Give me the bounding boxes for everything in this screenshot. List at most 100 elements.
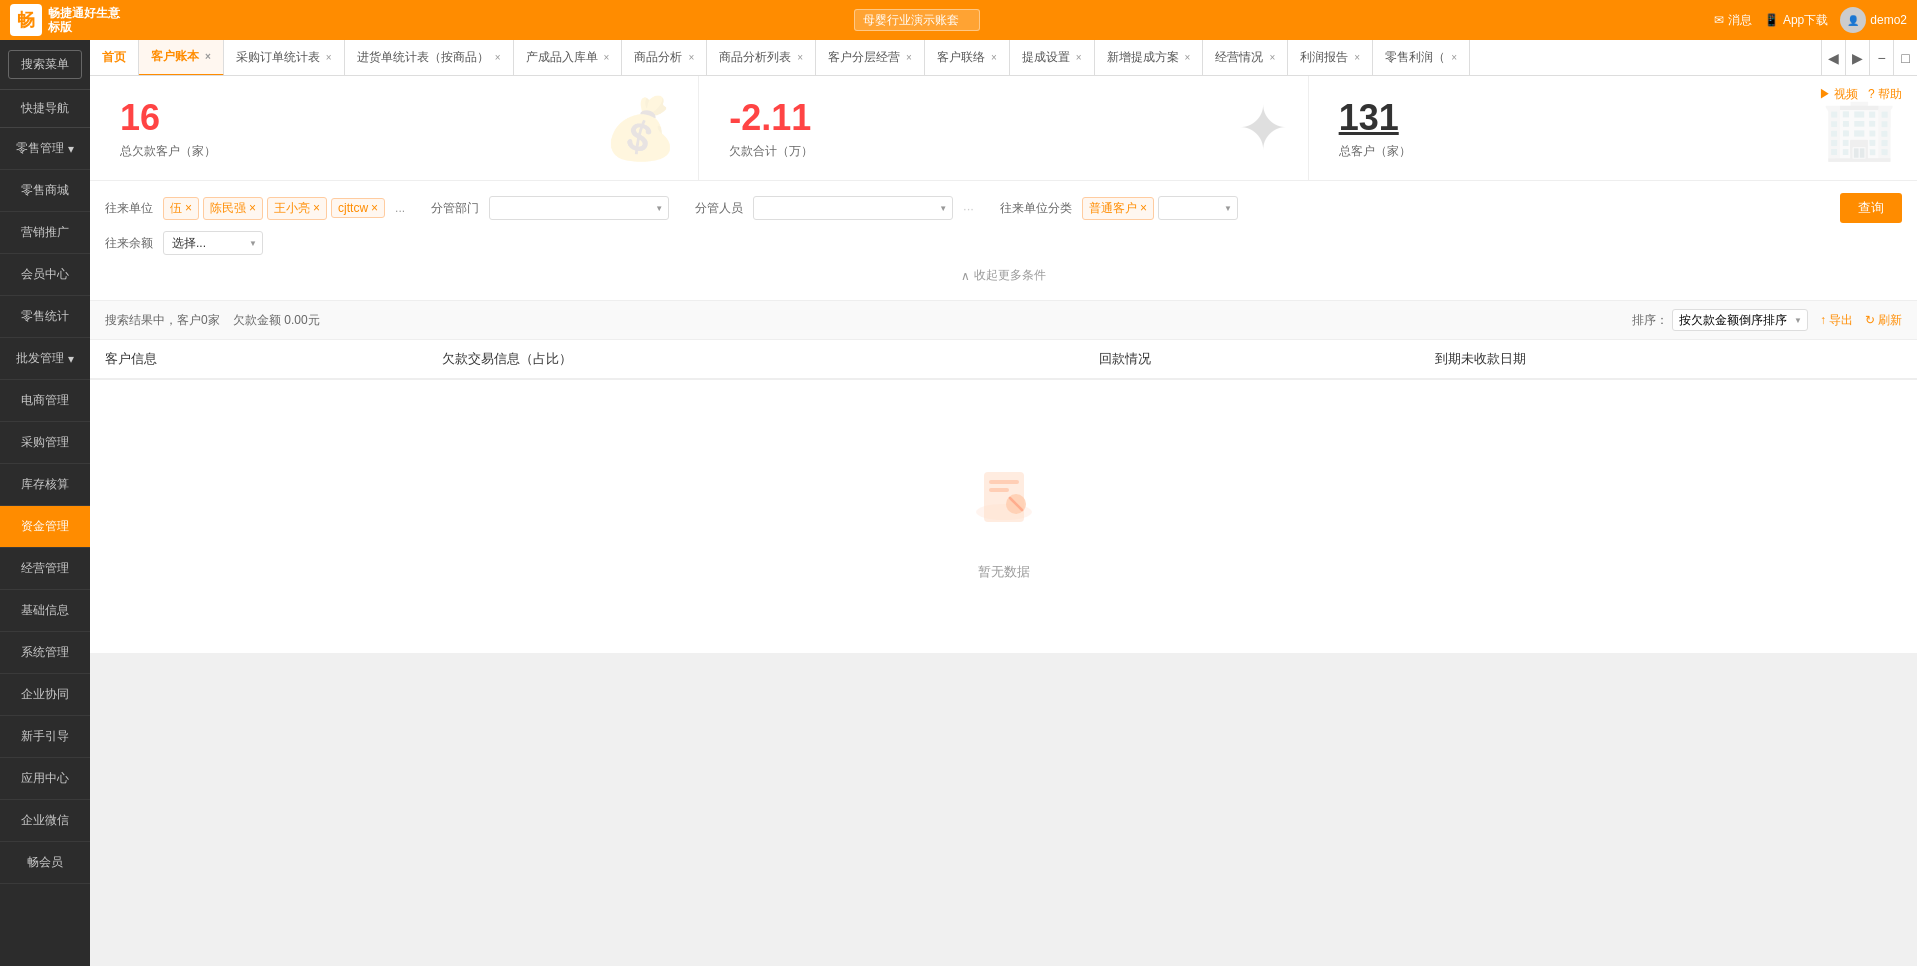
unit-tag-close-2[interactable]: × [313,201,320,215]
sidebar-item-system[interactable]: 系统管理 [0,632,90,674]
refresh-btn[interactable]: ↻ 刷新 [1865,312,1902,329]
tab-raise_settings[interactable]: 提成设置× [1010,40,1095,76]
tab-product_inbound[interactable]: 产成品入库单× [514,40,623,76]
sidebar-item-marketing[interactable]: 营销推广 [0,212,90,254]
unit-tag-close-0[interactable]: × [185,201,192,215]
tab-minimize-btn[interactable]: − [1869,40,1893,76]
tab-close-inbound_stats[interactable]: × [495,52,501,63]
tab-close-accounts[interactable]: × [205,51,211,62]
balance-select[interactable]: 选择... [163,231,263,255]
tab-label-profit_report: 利润报告 [1300,49,1348,66]
result-info: 搜索结果中，客户0家 欠款金额 0.00元 [105,312,320,329]
data-table: 客户信息 欠款交易信息（占比） 回款情况 到期未收款日期 [90,340,1917,654]
sidebar-item-wechat[interactable]: 企业微信 [0,800,90,842]
tab-accounts[interactable]: 客户账本× [139,40,224,76]
person-select[interactable] [753,196,953,220]
total-debt-customers-label: 总欠款客户（家） [120,143,216,160]
unit-tag-label-2: 王小亮 [274,200,310,217]
unit-tag-label-1: 陈民强 [210,200,246,217]
sidebar-item-ecommerce[interactable]: 电商管理 [0,380,90,422]
tab-home[interactable]: 首页 [90,40,139,76]
tab-business_situation[interactable]: 经营情况× [1203,40,1288,76]
sidebar-item-vip[interactable]: 畅会员 [0,842,90,884]
dept-select[interactable] [489,196,669,220]
tab-close-product_analysis_list[interactable]: × [797,52,803,63]
unit-class-tag-close[interactable]: × [1140,201,1147,215]
search-menu-btn[interactable]: 搜索菜单 [8,50,82,79]
top-bar-center: 母婴行业演示账套 [854,9,980,31]
quick-nav-btn[interactable]: 快捷导航 [0,90,90,128]
page-content: 16 总欠款客户（家） 💰 -2.11 欠款合计（万） ✦ ▶ 视频 [90,76,1917,966]
app-download-btn[interactable]: 📱 App下载 [1764,12,1828,29]
sidebar-item-inventory[interactable]: 库存核算 [0,464,90,506]
tab-prev-btn[interactable]: ◀ [1821,40,1845,76]
collapse-btn[interactable]: ∧ 收起更多条件 [961,267,1046,284]
tab-inbound_stats[interactable]: 进货单统计表（按商品）× [345,40,514,76]
message-btn[interactable]: ✉ 消息 [1714,12,1752,29]
tab-new_raise_plan[interactable]: 新增提成方案× [1095,40,1204,76]
tab-close-new_raise_plan[interactable]: × [1185,52,1191,63]
unit-tag-0[interactable]: 伍× [163,197,199,220]
tab-next-btn[interactable]: ▶ [1845,40,1869,76]
tab-customer_contact[interactable]: 客户联络× [925,40,1010,76]
col-customer-info: 客户信息 [90,340,427,379]
unit-tag-close-1[interactable]: × [249,201,256,215]
tab-close-retail_profit[interactable]: × [1451,52,1457,63]
tab-maximize-btn[interactable]: □ [1893,40,1917,76]
sidebar-item-basic[interactable]: 基础信息 [0,590,90,632]
export-btn[interactable]: ↑ 导出 [1820,312,1853,329]
tab-bar: 首页客户账本×采购订单统计表×进货单统计表（按商品）×产成品入库单×商品分析×商… [90,40,1917,76]
filter-area: 往来单位 伍×陈民强×王小亮×cjttcw× ... 分管部门 分管人员 [90,181,1917,301]
sidebar-item-finance[interactable]: 资金管理 [0,506,90,548]
dept-label: 分管部门 [431,200,479,217]
sidebar-item-arrow-retail: ▾ [68,142,74,156]
tab-purchase_order_stats[interactable]: 采购订单统计表× [224,40,345,76]
unit-class-tag[interactable]: 普通客户 × [1082,197,1154,220]
tab-product_analysis[interactable]: 商品分析× [622,40,707,76]
tab-close-profit_report[interactable]: × [1354,52,1360,63]
top-bar-right: ✉ 消息 📱 App下载 👤 demo2 [1714,7,1907,33]
user-btn[interactable]: 👤 demo2 [1840,7,1907,33]
query-btn[interactable]: 查询 [1840,193,1902,223]
tab-profit_report[interactable]: 利润报告 × [1288,40,1373,76]
unit-tag-1[interactable]: 陈民强× [203,197,263,220]
message-icon: ✉ [1714,13,1724,27]
debt-bg-icon: ✦ [1238,93,1288,163]
tab-customer_segment[interactable]: 客户分层经营× [816,40,925,76]
tab-close-purchase_order_stats[interactable]: × [326,52,332,63]
sidebar-item-operations[interactable]: 经营管理 [0,548,90,590]
tab-close-customer_contact[interactable]: × [991,52,997,63]
sidebar-item-purchase[interactable]: 采购管理 [0,422,90,464]
sidebar-item-wholesale[interactable]: 批发管理▾ [0,338,90,380]
demo-selector[interactable]: 母婴行业演示账套 [854,9,980,31]
unit-tag-close-3[interactable]: × [371,201,378,215]
summary-card-debt: -2.11 欠款合计（万） ✦ [699,76,1308,180]
more-tags-btn[interactable]: ... [395,201,405,215]
customers-bg-icon: 💰 [603,93,678,164]
sidebar-item-retail_stats[interactable]: 零售统计 [0,296,90,338]
tab-close-product_analysis[interactable]: × [688,52,694,63]
tab-close-customer_segment[interactable]: × [906,52,912,63]
unit-tag-2[interactable]: 王小亮× [267,197,327,220]
total-customers-num: 131 [1339,96,1399,139]
sidebar-item-member[interactable]: 会员中心 [0,254,90,296]
sort-select[interactable]: 按欠款金额倒序排序 [1672,309,1808,331]
tab-close-raise_settings[interactable]: × [1076,52,1082,63]
col-debt-info: 欠款交易信息（占比） [427,340,1084,379]
unit-tag-3[interactable]: cjttcw× [331,198,385,218]
tab-product_analysis_list[interactable]: 商品分析列表× [707,40,816,76]
sidebar-item-retail[interactable]: 零售管理▾ [0,128,90,170]
sidebar-item-apps[interactable]: 应用中心 [0,758,90,800]
sidebar-search-area: 搜索菜单 [0,40,90,90]
tab-retail_profit[interactable]: 零售利润（ × [1373,40,1470,76]
svg-rect-2 [989,480,1019,484]
sidebar-item-newbie[interactable]: 新手引导 [0,716,90,758]
tab-label-retail_profit: 零售利润（ [1385,49,1445,66]
tab-close-business_situation[interactable]: × [1269,52,1275,63]
sidebar-item-retail_store[interactable]: 零售商城 [0,170,90,212]
unit-class-select[interactable] [1158,196,1238,220]
tab-close-product_inbound[interactable]: × [604,52,610,63]
unit-tag-label-0: 伍 [170,200,182,217]
total-debt-customers-num: 16 [120,96,160,139]
sidebar-item-cooperation[interactable]: 企业协同 [0,674,90,716]
